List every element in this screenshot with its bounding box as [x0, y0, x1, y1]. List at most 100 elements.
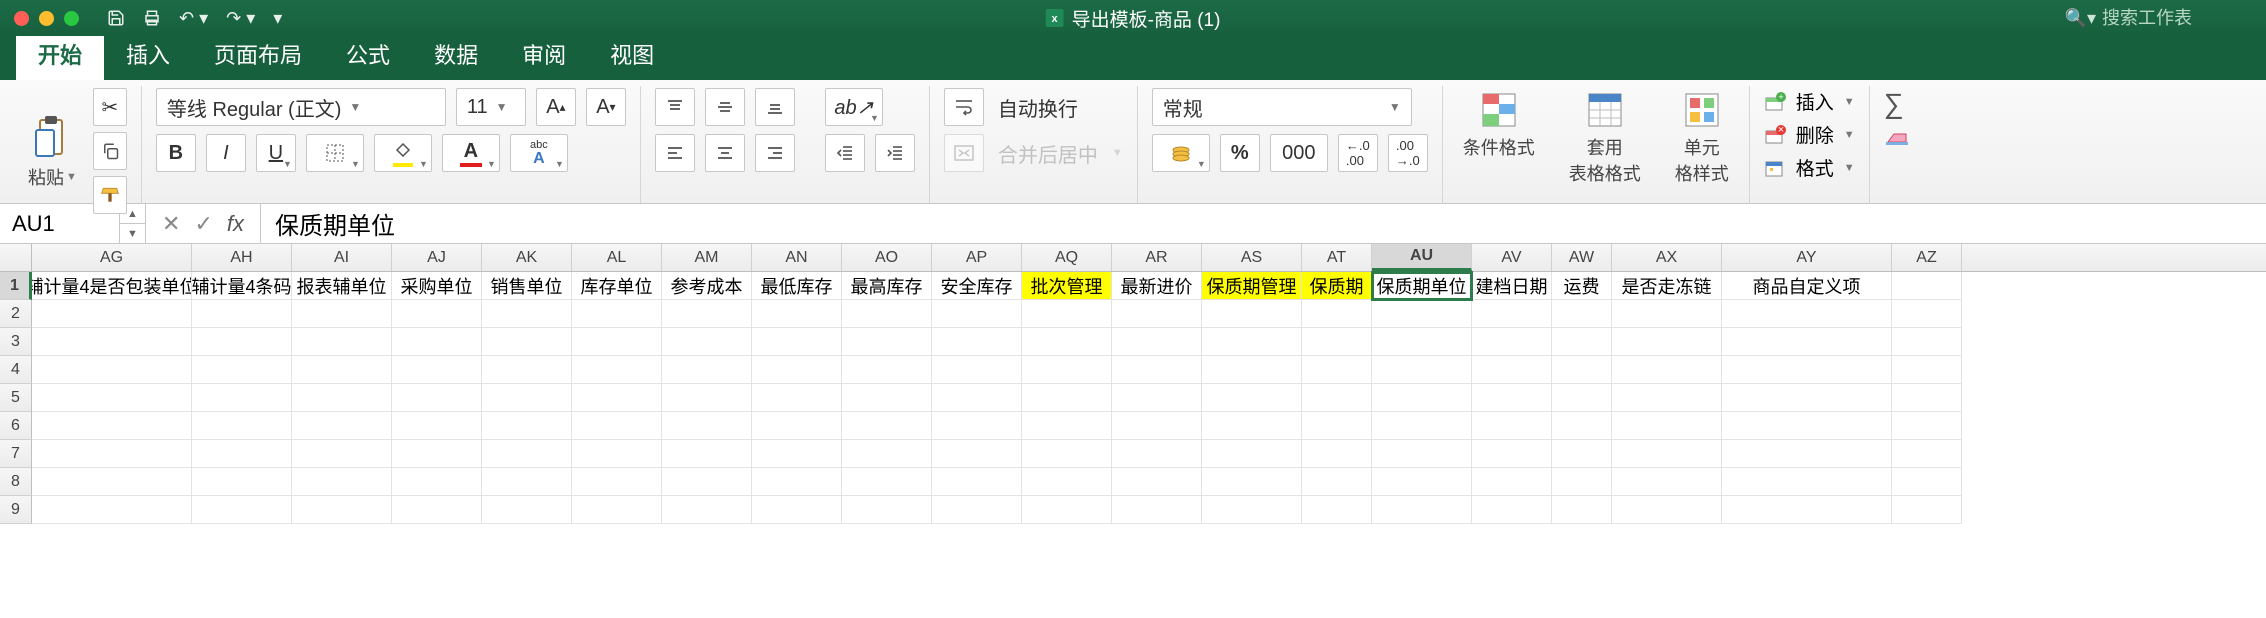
minimize-icon[interactable] [39, 11, 54, 26]
cell-AN3[interactable] [752, 328, 842, 356]
cell-AY1[interactable]: 商品自定义项 [1722, 272, 1892, 300]
decrease-indent-button[interactable] [825, 134, 865, 172]
format-painter-button[interactable] [93, 176, 127, 214]
row-header-9[interactable]: 9 [0, 496, 32, 524]
cell-AH9[interactable] [192, 496, 292, 524]
save-icon[interactable] [107, 9, 125, 27]
cell-AJ8[interactable] [392, 468, 482, 496]
column-header-AK[interactable]: AK [482, 244, 572, 271]
cell-AH7[interactable] [192, 440, 292, 468]
cell-AX6[interactable] [1612, 412, 1722, 440]
cell-AL6[interactable] [572, 412, 662, 440]
cell-AP8[interactable] [932, 468, 1022, 496]
column-header-AR[interactable]: AR [1112, 244, 1202, 271]
format-as-table-button[interactable]: 套用 表格格式 [1563, 88, 1647, 188]
cell-AV1[interactable]: 建档日期 [1472, 272, 1552, 300]
cell-AV9[interactable] [1472, 496, 1552, 524]
cell-AO5[interactable] [842, 384, 932, 412]
cancel-formula-icon[interactable]: ✕ [162, 211, 180, 237]
cell-AK7[interactable] [482, 440, 572, 468]
cell-AS9[interactable] [1202, 496, 1302, 524]
cell-AW5[interactable] [1552, 384, 1612, 412]
cell-AR7[interactable] [1112, 440, 1202, 468]
copy-button[interactable] [93, 132, 127, 170]
search-input[interactable] [2102, 8, 2252, 29]
cell-AT9[interactable] [1302, 496, 1372, 524]
cell-AI7[interactable] [292, 440, 392, 468]
cell-AQ4[interactable] [1022, 356, 1112, 384]
column-header-AQ[interactable]: AQ [1022, 244, 1112, 271]
autosum-icon[interactable]: ∑ [1884, 88, 1910, 120]
select-all-corner[interactable] [0, 244, 32, 271]
cell-AV6[interactable] [1472, 412, 1552, 440]
cell-AO6[interactable] [842, 412, 932, 440]
cell-AR8[interactable] [1112, 468, 1202, 496]
row-header-4[interactable]: 4 [0, 356, 32, 384]
cell-AR6[interactable] [1112, 412, 1202, 440]
undo-icon[interactable]: ↶ ▾ [179, 8, 208, 29]
align-bottom-button[interactable] [755, 88, 795, 126]
cell-AU4[interactable] [1372, 356, 1472, 384]
cell-AU7[interactable] [1372, 440, 1472, 468]
delete-cells-button[interactable]: × 删除▼ [1764, 121, 1855, 148]
cell-AR2[interactable] [1112, 300, 1202, 328]
column-header-AI[interactable]: AI [292, 244, 392, 271]
cell-AX5[interactable] [1612, 384, 1722, 412]
cell-AL2[interactable] [572, 300, 662, 328]
column-header-AY[interactable]: AY [1722, 244, 1892, 271]
column-header-AP[interactable]: AP [932, 244, 1022, 271]
redo-icon[interactable]: ↷ ▾ [226, 8, 255, 29]
cell-AS5[interactable] [1202, 384, 1302, 412]
cell-AZ3[interactable] [1892, 328, 1962, 356]
cell-AS6[interactable] [1202, 412, 1302, 440]
insert-cells-button[interactable]: + 插入▼ [1764, 88, 1855, 115]
cell-AK5[interactable] [482, 384, 572, 412]
cell-AN8[interactable] [752, 468, 842, 496]
cell-AN2[interactable] [752, 300, 842, 328]
cell-AZ4[interactable] [1892, 356, 1962, 384]
cell-AL1[interactable]: 库存单位 [572, 272, 662, 300]
fx-icon[interactable]: fx [227, 211, 244, 237]
cell-AV5[interactable] [1472, 384, 1552, 412]
cell-AQ5[interactable] [1022, 384, 1112, 412]
cell-AL5[interactable] [572, 384, 662, 412]
cell-AJ3[interactable] [392, 328, 482, 356]
cell-AM4[interactable] [662, 356, 752, 384]
row-header-6[interactable]: 6 [0, 412, 32, 440]
italic-button[interactable]: I [206, 134, 246, 172]
font-size-select[interactable]: 11▼ [456, 88, 526, 126]
cell-AX8[interactable] [1612, 468, 1722, 496]
cell-AT4[interactable] [1302, 356, 1372, 384]
cell-AK6[interactable] [482, 412, 572, 440]
cell-AU1[interactable]: 保质期单位 [1372, 272, 1472, 300]
cell-AT8[interactable] [1302, 468, 1372, 496]
increase-font-button[interactable]: A▴ [536, 88, 576, 126]
cell-AO2[interactable] [842, 300, 932, 328]
paste-button[interactable]: 粘贴▼ [22, 110, 83, 192]
tab-视图[interactable]: 视图 [588, 30, 676, 80]
cell-AH6[interactable] [192, 412, 292, 440]
cell-AZ2[interactable] [1892, 300, 1962, 328]
cell-AY8[interactable] [1722, 468, 1892, 496]
cell-AR3[interactable] [1112, 328, 1202, 356]
cell-AX4[interactable] [1612, 356, 1722, 384]
cell-AX2[interactable] [1612, 300, 1722, 328]
cell-AQ3[interactable] [1022, 328, 1112, 356]
cell-AQ9[interactable] [1022, 496, 1112, 524]
cell-AZ5[interactable] [1892, 384, 1962, 412]
cell-AU6[interactable] [1372, 412, 1472, 440]
cell-AS3[interactable] [1202, 328, 1302, 356]
cell-AP2[interactable] [932, 300, 1022, 328]
fill-color-button[interactable]: ▼ [374, 134, 432, 172]
cell-AX7[interactable] [1612, 440, 1722, 468]
cell-AJ2[interactable] [392, 300, 482, 328]
column-header-AM[interactable]: AM [662, 244, 752, 271]
cell-AG6[interactable] [32, 412, 192, 440]
tab-页面布局[interactable]: 页面布局 [192, 30, 324, 80]
cell-AM9[interactable] [662, 496, 752, 524]
column-header-AX[interactable]: AX [1612, 244, 1722, 271]
cell-AT1[interactable]: 保质期 [1302, 272, 1372, 300]
cell-AU9[interactable] [1372, 496, 1472, 524]
cell-AH8[interactable] [192, 468, 292, 496]
enter-formula-icon[interactable]: ✓ [194, 211, 212, 237]
